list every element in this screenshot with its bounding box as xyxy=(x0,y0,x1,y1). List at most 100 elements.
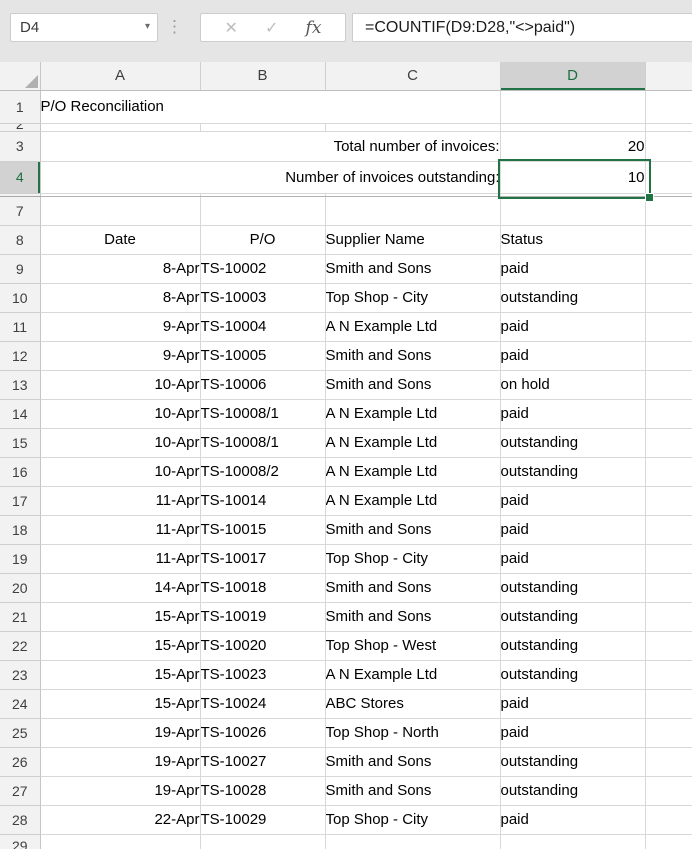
row-header-8[interactable]: 8 xyxy=(0,225,41,255)
cell-B22[interactable]: TS-10020 xyxy=(200,631,326,661)
enter-icon[interactable]: ✓ xyxy=(265,18,278,38)
cell-E11[interactable] xyxy=(645,312,692,342)
cell-B7[interactable] xyxy=(200,196,326,226)
row-header-18[interactable]: 18 xyxy=(0,515,41,545)
cell-A20[interactable]: 14-Apr xyxy=(40,573,201,603)
cell-E21[interactable] xyxy=(645,602,692,632)
cell-C22[interactable]: Top Shop - West xyxy=(325,631,501,661)
cell-B10[interactable]: TS-10003 xyxy=(200,283,326,313)
cell-B18[interactable]: TS-10015 xyxy=(200,515,326,545)
cell-D25[interactable]: paid xyxy=(500,718,646,748)
cell-A9[interactable]: 8-Apr xyxy=(40,254,201,284)
row-header-9[interactable]: 9 xyxy=(0,254,41,284)
insert-function-icon[interactable]: fx xyxy=(306,18,322,38)
row-header-7[interactable]: 7 xyxy=(0,196,41,226)
cell-C10[interactable]: Top Shop - City xyxy=(325,283,501,313)
cell-A7[interactable] xyxy=(40,196,201,226)
cell-B13[interactable]: TS-10006 xyxy=(200,370,326,400)
row-header-19[interactable]: 19 xyxy=(0,544,41,574)
cell-A8-header-date[interactable]: Date xyxy=(40,225,201,255)
row-header-4-selected[interactable]: 4 xyxy=(0,161,41,194)
cell-A21[interactable]: 15-Apr xyxy=(40,602,201,632)
row-header-11[interactable]: 11 xyxy=(0,312,41,342)
cell-E19[interactable] xyxy=(645,544,692,574)
cell-D23[interactable]: outstanding xyxy=(500,660,646,690)
cell-B26[interactable]: TS-10027 xyxy=(200,747,326,777)
cell-B16[interactable]: TS-10008/2 xyxy=(200,457,326,487)
cell-D12[interactable]: paid xyxy=(500,341,646,371)
cell-C25[interactable]: Top Shop - North xyxy=(325,718,501,748)
formula-bar[interactable]: =COUNTIF(D9:D28,"<>paid") xyxy=(352,13,692,42)
row-header-14[interactable]: 14 xyxy=(0,399,41,429)
cell-D26[interactable]: outstanding xyxy=(500,747,646,777)
row-header-25[interactable]: 25 xyxy=(0,718,41,748)
cell-D28[interactable]: paid xyxy=(500,805,646,835)
row-header-23[interactable]: 23 xyxy=(0,660,41,690)
cell-C28[interactable]: Top Shop - City xyxy=(325,805,501,835)
name-box[interactable]: D4 ▾ xyxy=(10,13,158,42)
cell-A18[interactable]: 11-Apr xyxy=(40,515,201,545)
cell-A1-title[interactable]: P/O Reconciliation xyxy=(40,90,501,124)
cell-C15[interactable]: A N Example Ltd xyxy=(325,428,501,458)
cell-E20[interactable] xyxy=(645,573,692,603)
cell-E18[interactable] xyxy=(645,515,692,545)
cell-D1[interactable] xyxy=(500,90,646,124)
cell-D15[interactable]: outstanding xyxy=(500,428,646,458)
cell-D20[interactable]: outstanding xyxy=(500,573,646,603)
cell-C27[interactable]: Smith and Sons xyxy=(325,776,501,806)
cell-A26[interactable]: 19-Apr xyxy=(40,747,201,777)
row-header-16[interactable]: 16 xyxy=(0,457,41,487)
cell-C3-label[interactable]: Total number of invoices: xyxy=(40,131,501,162)
row-header-2[interactable]: 2 xyxy=(0,123,41,132)
cell-E3[interactable] xyxy=(645,131,692,162)
cell-A13[interactable]: 10-Apr xyxy=(40,370,201,400)
cell-C16[interactable]: A N Example Ltd xyxy=(325,457,501,487)
row-header-21[interactable]: 21 xyxy=(0,602,41,632)
select-all-button[interactable] xyxy=(0,62,41,91)
cell-B9[interactable]: TS-10002 xyxy=(200,254,326,284)
cell-B27[interactable]: TS-10028 xyxy=(200,776,326,806)
cell-B25[interactable]: TS-10026 xyxy=(200,718,326,748)
cell-C13[interactable]: Smith and Sons xyxy=(325,370,501,400)
name-box-dropdown-icon[interactable]: ▾ xyxy=(145,22,150,32)
cell-E27[interactable] xyxy=(645,776,692,806)
cell-B20[interactable]: TS-10018 xyxy=(200,573,326,603)
cell-C17[interactable]: A N Example Ltd xyxy=(325,486,501,516)
row-header-28[interactable]: 28 xyxy=(0,805,41,835)
column-header-B[interactable]: B xyxy=(200,62,326,91)
cell-E16[interactable] xyxy=(645,457,692,487)
row-header-26[interactable]: 26 xyxy=(0,747,41,777)
row-header-1[interactable]: 1 xyxy=(0,90,41,124)
cell-A25[interactable]: 19-Apr xyxy=(40,718,201,748)
cell-E9[interactable] xyxy=(645,254,692,284)
row-header-13[interactable]: 13 xyxy=(0,370,41,400)
cell-C4-label[interactable]: Number of invoices outstanding: xyxy=(40,161,501,194)
cell-C8-header-supplier[interactable]: Supplier Name xyxy=(325,225,501,255)
cell-D9[interactable]: paid xyxy=(500,254,646,284)
cell-D7[interactable] xyxy=(500,196,646,226)
cell-D22[interactable]: outstanding xyxy=(500,631,646,661)
column-header-C[interactable]: C xyxy=(325,62,501,91)
cell-C14[interactable]: A N Example Ltd xyxy=(325,399,501,429)
column-header-A[interactable]: A xyxy=(40,62,201,91)
row-header-3[interactable]: 3 xyxy=(0,131,41,162)
cell-E2[interactable] xyxy=(645,123,692,132)
cell-A28[interactable]: 22-Apr xyxy=(40,805,201,835)
cell-A17[interactable]: 11-Apr xyxy=(40,486,201,516)
cell-E24[interactable] xyxy=(645,689,692,719)
cell-E25[interactable] xyxy=(645,718,692,748)
cell-A24[interactable]: 15-Apr xyxy=(40,689,201,719)
cell-E13[interactable] xyxy=(645,370,692,400)
cell-C29[interactable] xyxy=(325,834,501,849)
cell-B8-header-po[interactable]: P/O xyxy=(200,225,326,255)
cell-C7[interactable] xyxy=(325,196,501,226)
cell-E29[interactable] xyxy=(645,834,692,849)
cell-A27[interactable]: 19-Apr xyxy=(40,776,201,806)
cell-E22[interactable] xyxy=(645,631,692,661)
cell-B28[interactable]: TS-10029 xyxy=(200,805,326,835)
row-header-17[interactable]: 17 xyxy=(0,486,41,516)
cell-E15[interactable] xyxy=(645,428,692,458)
row-header-10[interactable]: 10 xyxy=(0,283,41,313)
cell-B21[interactable]: TS-10019 xyxy=(200,602,326,632)
cell-D8-header-status[interactable]: Status xyxy=(500,225,646,255)
